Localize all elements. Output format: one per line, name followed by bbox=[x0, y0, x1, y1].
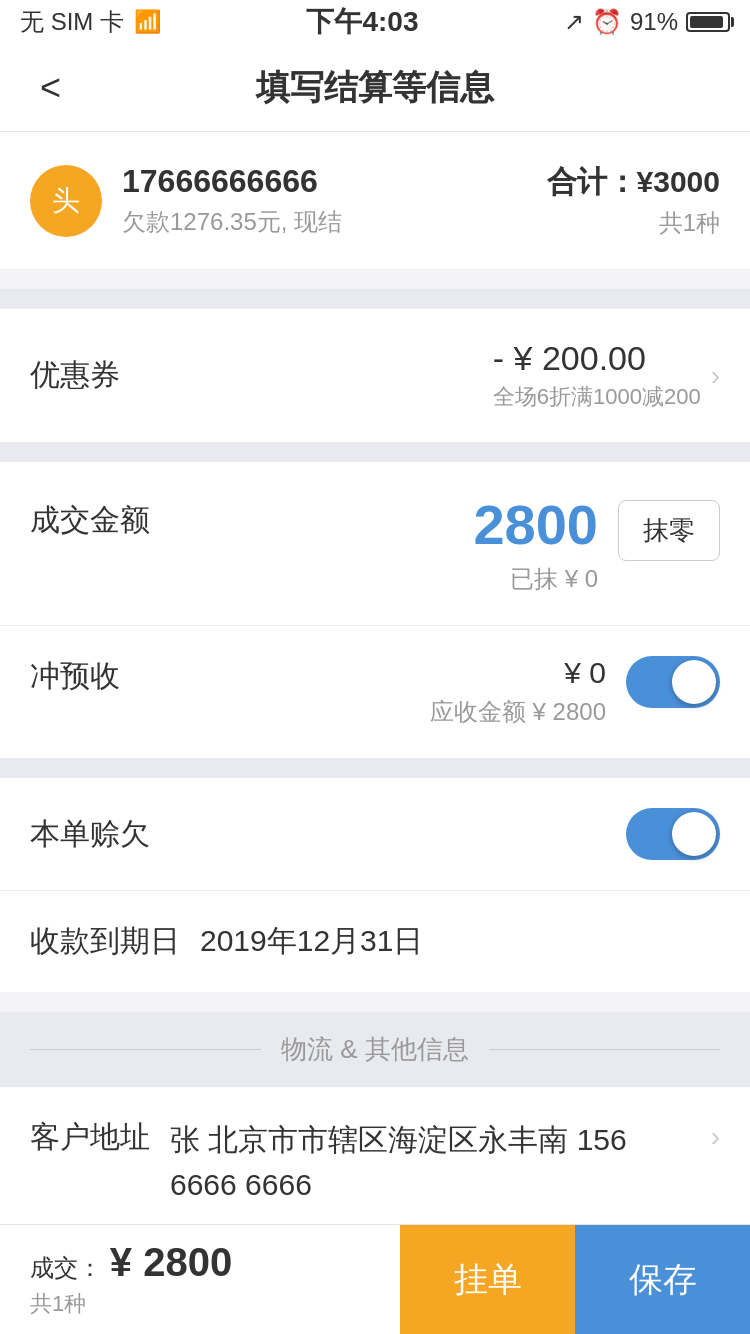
bottom-count: 共1种 bbox=[30, 1289, 370, 1319]
divider-2 bbox=[0, 442, 750, 462]
wifi-icon: 📶 bbox=[134, 9, 161, 35]
logistics-label: 物流 & 其他信息 bbox=[281, 1032, 469, 1067]
bottom-info: 成交： ¥ 2800 共1种 bbox=[0, 1240, 400, 1319]
status-time: 下午4:03 bbox=[306, 3, 418, 41]
prepay-toggle[interactable] bbox=[626, 656, 720, 708]
logistics-line-left bbox=[30, 1049, 261, 1050]
prepay-row: 冲预收 ¥ 0 应收金额 ¥ 2800 bbox=[30, 656, 720, 728]
coupon-discount: - ¥ 200.00 bbox=[493, 339, 701, 378]
amount-row: 成交金额 2800 已抹 ¥ 0 抹零 bbox=[30, 492, 720, 595]
prepay-label: 冲预收 bbox=[30, 656, 120, 697]
date-section: 收款到期日 2019年12月31日 bbox=[0, 890, 750, 992]
customer-info: 17666666666 欠款1276.35元, 现结 bbox=[122, 163, 342, 238]
customer-card: 头 17666666666 欠款1276.35元, 现结 合计：¥3000 共1… bbox=[0, 132, 750, 269]
customer-phone: 17666666666 bbox=[122, 163, 342, 200]
coupon-chevron-icon: › bbox=[711, 360, 720, 392]
arrears-toggle[interactable] bbox=[626, 808, 720, 860]
date-value: 2019年12月31日 bbox=[200, 921, 423, 962]
total-value: 合计：¥3000 bbox=[547, 162, 720, 203]
amount-right: 2800 已抹 ¥ 0 抹零 bbox=[473, 492, 720, 595]
date-label: 收款到期日 bbox=[30, 921, 180, 962]
address-section[interactable]: 客户地址 张 北京市市辖区海淀区永丰南 156 6666 6666 › bbox=[0, 1087, 750, 1237]
amount-section: 成交金额 2800 已抹 ¥ 0 抹零 bbox=[0, 462, 750, 625]
save-button[interactable]: 保存 bbox=[575, 1225, 750, 1335]
arrears-section: 本单赊欠 bbox=[0, 778, 750, 890]
coupon-row[interactable]: 优惠券 - ¥ 200.00 全场6折满1000减200 › bbox=[0, 309, 750, 442]
prepay-value-block: ¥ 0 应收金额 ¥ 2800 bbox=[430, 656, 606, 728]
hold-button[interactable]: 挂单 bbox=[400, 1225, 575, 1335]
avatar-label: 头 bbox=[52, 182, 80, 220]
coupon-label: 优惠券 bbox=[30, 355, 120, 396]
customer-debt: 欠款1276.35元, 现结 bbox=[122, 206, 342, 238]
bottom-amount: ¥ 2800 bbox=[110, 1240, 232, 1284]
avatar: 头 bbox=[30, 165, 102, 237]
coupon-info: - ¥ 200.00 全场6折满1000减200 bbox=[493, 339, 701, 412]
divider-3 bbox=[0, 758, 750, 778]
bottom-bar: 成交： ¥ 2800 共1种 挂单 保存 bbox=[0, 1224, 750, 1334]
logistics-line-right bbox=[489, 1049, 720, 1050]
customer-left: 头 17666666666 欠款1276.35元, 现结 bbox=[30, 163, 342, 238]
status-left: 无 SIM 卡 📶 bbox=[20, 6, 161, 38]
content: 头 17666666666 欠款1276.35元, 现结 合计：¥3000 共1… bbox=[0, 132, 750, 1334]
page-title: 填写结算等信息 bbox=[256, 65, 494, 111]
logistics-divider: 物流 & 其他信息 bbox=[0, 1012, 750, 1087]
battery-percent: 91% bbox=[630, 8, 678, 36]
prepay-value: ¥ 0 bbox=[430, 656, 606, 690]
location-icon: ↗ bbox=[564, 8, 584, 36]
divider-1 bbox=[0, 289, 750, 309]
address-label: 客户地址 bbox=[30, 1117, 150, 1158]
nav-bar: < 填写结算等信息 bbox=[0, 44, 750, 132]
prepay-section: 冲预收 ¥ 0 应收金额 ¥ 2800 bbox=[0, 625, 750, 758]
round-button[interactable]: 抹零 bbox=[618, 500, 720, 561]
amount-value: 2800 bbox=[473, 493, 598, 556]
amount-sub: 已抹 ¥ 0 bbox=[473, 563, 598, 595]
address-chevron-icon: › bbox=[711, 1121, 720, 1153]
prepay-sub: 应收金额 ¥ 2800 bbox=[430, 696, 606, 728]
address-value: 张 北京市市辖区海淀区永丰南 156 6666 6666 bbox=[170, 1117, 691, 1207]
customer-total: 合计：¥3000 共1种 bbox=[547, 162, 720, 239]
arrears-label: 本单赊欠 bbox=[30, 814, 150, 855]
prepay-right: ¥ 0 应收金额 ¥ 2800 bbox=[430, 656, 720, 728]
status-bar: 无 SIM 卡 📶 下午4:03 ↗ ⏰ 91% bbox=[0, 0, 750, 44]
coupon-right: - ¥ 200.00 全场6折满1000减200 › bbox=[493, 339, 720, 412]
back-button[interactable]: < bbox=[30, 57, 71, 119]
alarm-icon: ⏰ bbox=[592, 8, 622, 36]
amount-value-block: 2800 已抹 ¥ 0 bbox=[473, 492, 598, 595]
amount-label: 成交金额 bbox=[30, 500, 150, 541]
coupon-desc: 全场6折满1000减200 bbox=[493, 382, 701, 412]
status-right: ↗ ⏰ 91% bbox=[564, 8, 730, 36]
total-count: 共1种 bbox=[547, 207, 720, 239]
bottom-total-label: 成交： bbox=[30, 1254, 102, 1281]
carrier-label: 无 SIM 卡 bbox=[20, 6, 124, 38]
bottom-total-row: 成交： ¥ 2800 bbox=[30, 1240, 370, 1285]
battery-fill bbox=[690, 16, 723, 28]
battery-icon bbox=[686, 12, 730, 32]
